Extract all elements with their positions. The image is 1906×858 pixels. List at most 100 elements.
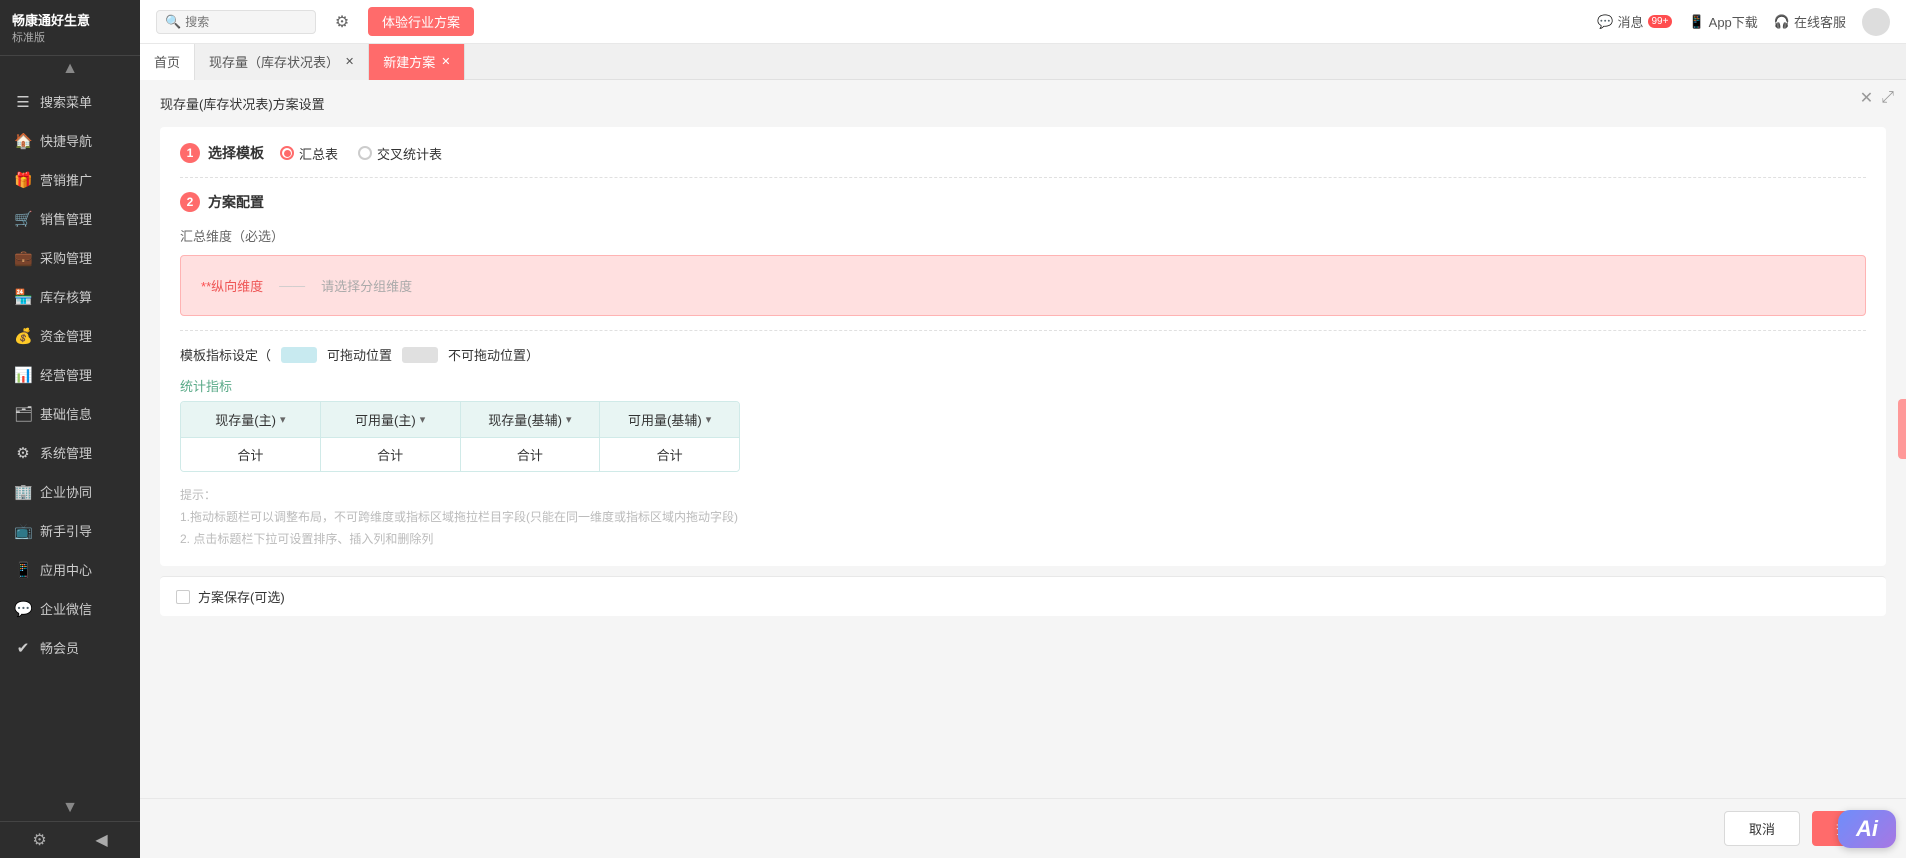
dash: —— (279, 278, 305, 293)
sidebar-item-label: 基础信息 (40, 404, 92, 423)
sidebar-item-vip[interactable]: ✔ 畅会员 (0, 628, 140, 667)
content-area: ✕ ⤢ 现存量(库存状况表)方案设置 1 选择模板 汇总表 交叉统计表 (140, 80, 1906, 798)
immovable-badge (402, 347, 438, 363)
online-service-label: 在线客服 (1794, 12, 1846, 31)
home-icon: 🏠 (14, 132, 32, 150)
sidebar-item-newbie[interactable]: 📺 新手引导 (0, 511, 140, 550)
save-checkbox-label: 方案保存(可选) (198, 587, 285, 606)
vertical-dim-label: **纵向维度 (201, 276, 263, 295)
dimension-placeholder: 请选择分组维度 (321, 276, 412, 295)
panel-controls: ✕ ⤢ (1860, 88, 1894, 108)
sidebar-item-system[interactable]: ⚙ 系统管理 (0, 433, 140, 472)
stats-col-header-0[interactable]: 现存量(主) ▾ (181, 402, 321, 437)
sidebar-item-label: 系统管理 (40, 443, 92, 462)
dimension-selection-box[interactable]: **纵向维度 —— 请选择分组维度 (180, 255, 1866, 316)
sidebar-item-base-info[interactable]: 🗂 基础信息 (0, 394, 140, 433)
search-input[interactable] (185, 15, 305, 29)
operations-icon: 📊 (14, 366, 32, 384)
sidebar-settings-icon[interactable]: ⚙ (32, 830, 46, 850)
radio-summary[interactable]: 汇总表 (280, 144, 338, 163)
panel-close-button[interactable]: ✕ (1860, 88, 1873, 108)
step2-header: 2 方案配置 (180, 192, 1866, 212)
newbie-icon: 📺 (14, 522, 32, 540)
sidebar-item-label: 资金管理 (40, 326, 92, 345)
tab-home-label: 首页 (154, 52, 180, 71)
tab-new-plan-close-icon[interactable]: ✕ (441, 55, 450, 68)
topbar-search-box[interactable]: 🔍 (156, 10, 316, 34)
tab-inventory-status[interactable]: 现存量（库存状况表） ✕ (195, 44, 369, 80)
sidebar-item-purchase[interactable]: 💼 采购管理 (0, 238, 140, 277)
sidebar-item-inventory[interactable]: 🏪 库存核算 (0, 277, 140, 316)
sidebar-item-operations[interactable]: 📊 经营管理 (0, 355, 140, 394)
sidebar-item-search-menu[interactable]: ☰ 搜索菜单 (0, 82, 140, 121)
stats-col-header-3[interactable]: 可用量(基辅) ▾ (600, 402, 739, 437)
sidebar-item-enterprise[interactable]: 🏢 企业协同 (0, 472, 140, 511)
step2-divider (180, 330, 1866, 331)
chevron-down-icon-1: ▾ (420, 413, 426, 426)
settings-card: 1 选择模板 汇总表 交叉统计表 2 方案配置 (160, 127, 1886, 566)
sidebar-item-label: 经营管理 (40, 365, 92, 384)
sales-icon: 🛒 (14, 210, 32, 228)
tab-home[interactable]: 首页 (140, 44, 195, 80)
gear-icon: ⚙ (335, 12, 349, 32)
stats-col-label-3: 可用量(基辅) (628, 410, 702, 429)
right-edge-handle[interactable] (1898, 399, 1906, 459)
panel-expand-button[interactable]: ⤢ (1881, 89, 1894, 107)
sidebar-item-label: 应用中心 (40, 560, 92, 579)
main-area: 🔍 ⚙ 体验行业方案 💬 消息 99+ 📱 App下载 🎧 在线客服 (140, 0, 1906, 858)
tips-section: 提示： 1.拖动标题栏可以调整布局，不可跨维度或指标区域拖拉栏目字段(只能在同一… (180, 486, 1866, 550)
tab-new-plan[interactable]: 新建方案 ✕ (369, 44, 465, 80)
search-icon: 🔍 (165, 14, 181, 30)
user-avatar[interactable] (1862, 8, 1890, 36)
cancel-button[interactable]: 取消 (1724, 811, 1800, 846)
save-checkbox[interactable] (176, 590, 190, 604)
indicator-setting-row: 模板指标设定（ 可拖动位置 不可拖动位置） (180, 345, 1866, 364)
message-button[interactable]: 💬 消息 99+ (1597, 12, 1672, 31)
sidebar-item-quick-nav[interactable]: 🏠 快捷导航 (0, 121, 140, 160)
sidebar: 畅康通好生意 标准版 ▲ ☰ 搜索菜单 🏠 快捷导航 🎁 营销推广 🛒 销售管理… (0, 0, 140, 858)
wechat-icon: 💬 (14, 600, 32, 618)
summary-dimension-label: 汇总维度（必选） (180, 226, 1866, 245)
online-service-button[interactable]: 🎧 在线客服 (1774, 12, 1846, 31)
sidebar-item-marketing[interactable]: 🎁 营销推广 (0, 160, 140, 199)
headset-icon: 🎧 (1774, 14, 1790, 30)
sidebar-item-finance[interactable]: 💰 资金管理 (0, 316, 140, 355)
ai-badge[interactable]: Ai (1838, 810, 1896, 848)
tabbar: 首页 现存量（库存状况表） ✕ 新建方案 ✕ (140, 44, 1906, 80)
sidebar-item-label: 销售管理 (40, 209, 92, 228)
sidebar-item-label: 库存核算 (40, 287, 92, 306)
stats-table: 现存量(主) ▾ 可用量(主) ▾ 现存量(基辅) ▾ 可用量(基辅) ▾ (180, 401, 740, 472)
chevron-down-icon-2: ▾ (566, 413, 572, 426)
sidebar-collapse-icon[interactable]: ◀ (95, 830, 107, 850)
app-download-button[interactable]: 📱 App下载 (1688, 12, 1757, 31)
sidebar-scroll-up[interactable]: ▲ (0, 56, 140, 82)
stats-table-header: 现存量(主) ▾ 可用量(主) ▾ 现存量(基辅) ▾ 可用量(基辅) ▾ (181, 402, 739, 437)
message-icon: 💬 (1597, 14, 1613, 30)
enterprise-icon: 🏢 (14, 483, 32, 501)
base-info-icon: 🗂 (14, 405, 32, 423)
sidebar-item-sales[interactable]: 🛒 销售管理 (0, 199, 140, 238)
message-badge: 99+ (1648, 15, 1673, 28)
stats-col-header-2[interactable]: 现存量(基辅) ▾ (461, 402, 601, 437)
industry-plan-button[interactable]: 体验行业方案 (368, 7, 474, 36)
radio-cross[interactable]: 交叉统计表 (358, 144, 442, 163)
app-center-icon: 📱 (14, 561, 32, 579)
page-title: 现存量(库存状况表)方案设置 (160, 94, 1886, 113)
step1-num: 1 (180, 143, 200, 163)
inventory-icon: 🏪 (14, 288, 32, 306)
step2-num: 2 (180, 192, 200, 212)
sidebar-scroll-down[interactable]: ▼ (0, 795, 140, 821)
tab-inventory-close-icon[interactable]: ✕ (345, 55, 354, 68)
stats-col-header-1[interactable]: 可用量(主) ▾ (321, 402, 461, 437)
immovable-badge-label: 不可拖动位置） (448, 345, 539, 364)
tab-new-plan-label: 新建方案 (383, 52, 435, 71)
topbar-gear-button[interactable]: ⚙ (328, 8, 356, 36)
sidebar-footer: ⚙ ◀ (0, 821, 140, 858)
footer-buttons: 取消 查询 (140, 798, 1906, 858)
topbar: 🔍 ⚙ 体验行业方案 💬 消息 99+ 📱 App下载 🎧 在线客服 (140, 0, 1906, 44)
message-label: 消息 (1617, 12, 1643, 31)
sidebar-item-app-center[interactable]: 📱 应用中心 (0, 550, 140, 589)
sidebar-item-label: 营销推广 (40, 170, 92, 189)
sidebar-item-wechat[interactable]: 💬 企业微信 (0, 589, 140, 628)
sidebar-nav: ☰ 搜索菜单 🏠 快捷导航 🎁 营销推广 🛒 销售管理 💼 采购管理 🏪 库存核… (0, 82, 140, 795)
